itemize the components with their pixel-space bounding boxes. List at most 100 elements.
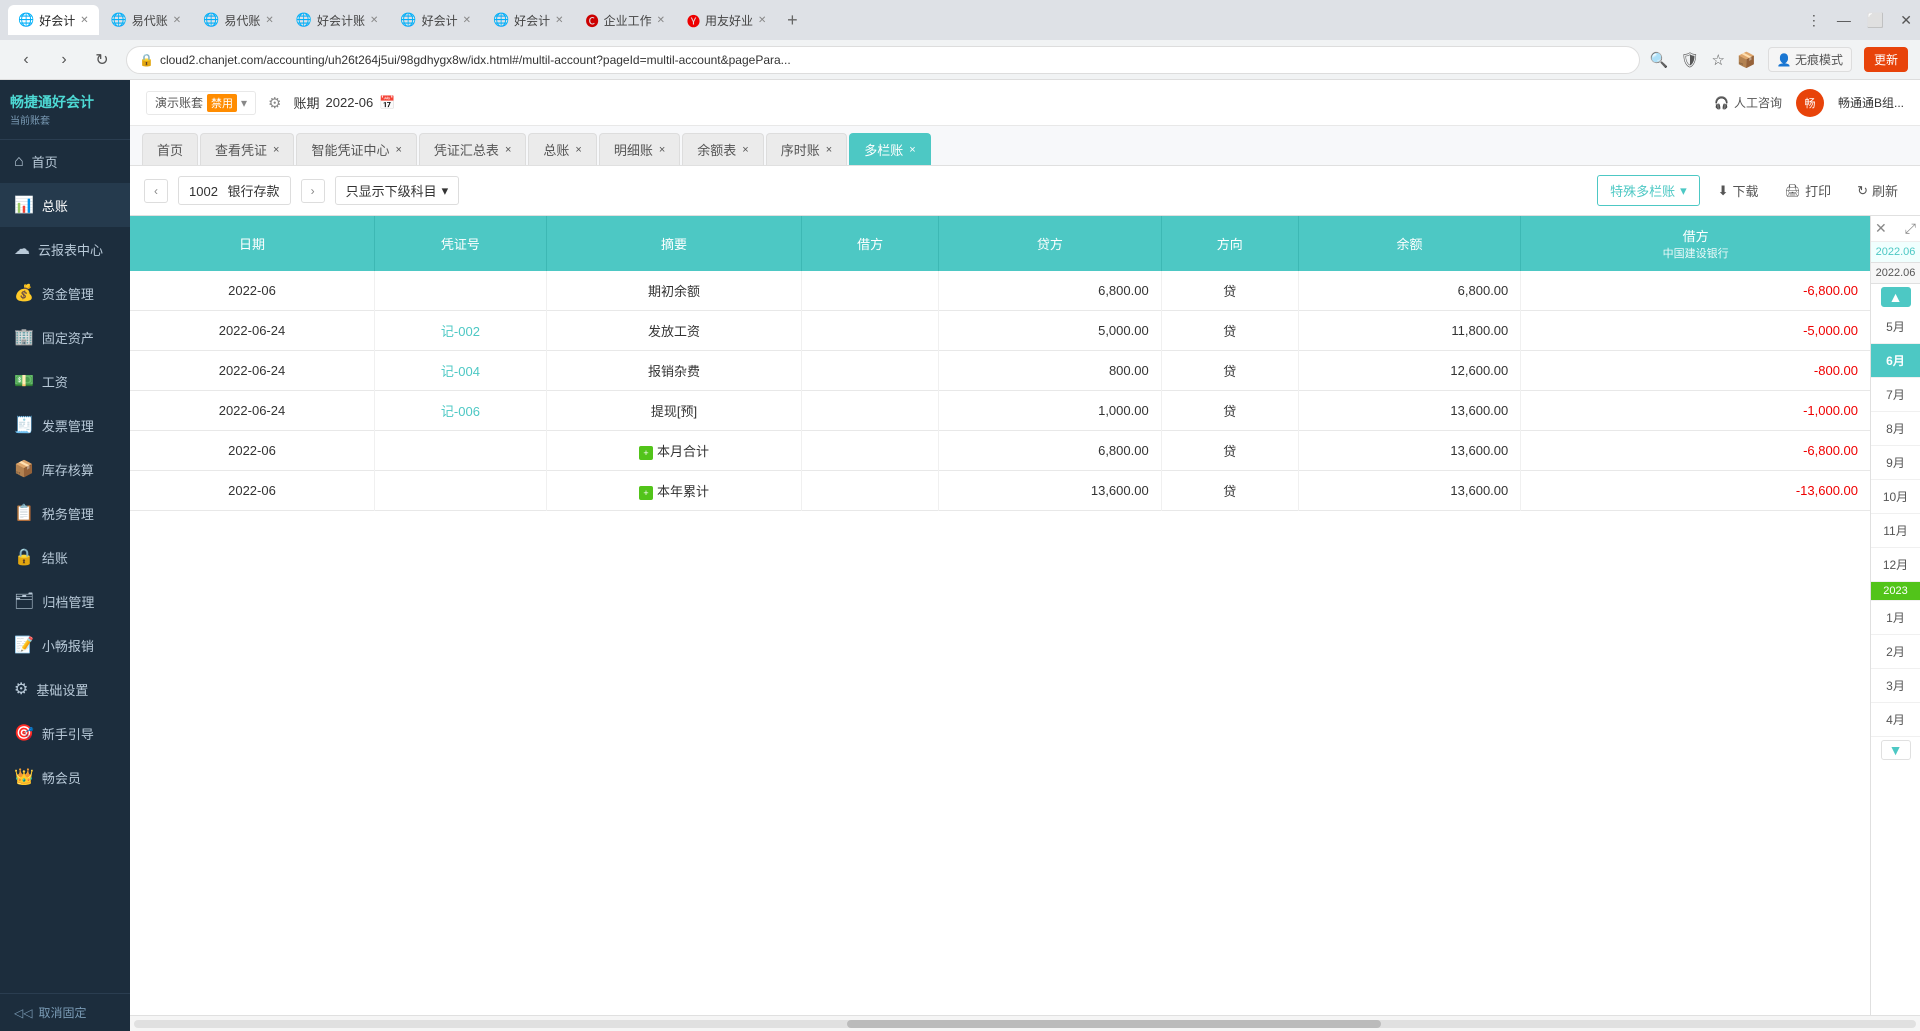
sidebar-item-invoice[interactable]: 🧾 发票管理 [0,403,130,447]
browser-tab-8[interactable]: 🅨 用友好业 ✕ [677,5,776,35]
demo-dropdown-icon[interactable]: ▾ [241,96,247,110]
month-item-1[interactable]: 6月 [1871,344,1920,378]
browser-tab-3[interactable]: 🌐 好会计账 ✕ [286,5,389,35]
account-select[interactable]: 1002 银行存款 [178,176,291,205]
month-item-8[interactable]: 2023 [1871,582,1920,601]
refresh-button[interactable]: ↻ 刷新 [1849,177,1906,204]
tab-dl-close[interactable]: × [659,144,665,156]
tab-list-icon[interactable]: ⋮ [1807,12,1821,29]
tab-sequence-ledger[interactable]: 序时账 × [766,133,847,165]
wuhen-button[interactable]: 👤 无痕模式 [1768,47,1852,72]
sidebar-item-inventory[interactable]: 📦 库存核算 [0,447,130,491]
sidebar-item-vip[interactable]: 👑 畅会员 [0,755,130,799]
download-button[interactable]: ⬇ 下载 [1710,177,1767,204]
close-window-icon[interactable]: ✕ [1900,12,1912,29]
tab-voucher-close[interactable]: × [273,144,279,156]
tab-general-ledger[interactable]: 总账 × [528,133,596,165]
voucher-link[interactable]: 记-004 [441,364,480,379]
minimize-icon[interactable]: — [1837,12,1851,28]
month-item-7[interactable]: 12月 [1871,548,1920,582]
month-item-12[interactable]: 4月 [1871,703,1920,737]
tab-vsum-close[interactable]: × [505,144,511,156]
browser-tab-1[interactable]: 🌐 易代账 ✕ [101,5,192,35]
tab-gl-close[interactable]: × [575,144,581,156]
filter-dropdown[interactable]: 只显示下级科目 ▾ [335,176,460,205]
month-item-6[interactable]: 11月 [1871,514,1920,548]
sidebar-pin-button[interactable]: ◁◁ 取消固定 [0,994,130,1031]
sidebar-item-ledger[interactable]: 📊 总账 [0,183,130,227]
star-icon[interactable]: ☆ [1712,51,1725,69]
tab-close-5[interactable]: ✕ [463,15,471,26]
browser-tab-5[interactable]: 🌐 好会计 ✕ [390,5,481,35]
address-bar[interactable]: 🔒 cloud2.chanjet.com/accounting/uh26t264… [126,46,1640,74]
browser-tab-active[interactable]: 🌐 好会计 ✕ [8,5,99,35]
browser-tab-6[interactable]: 🌐 好会计 ✕ [483,5,574,35]
tab-smart-voucher[interactable]: 智能凭证中心 × [296,133,416,165]
prev-account-button[interactable]: ‹ [144,179,168,203]
sidebar-item-tax[interactable]: 📋 税务管理 [0,491,130,535]
sidebar-item-fixed-assets[interactable]: 🏢 固定资产 [0,315,130,359]
user-avatar[interactable]: 畅 [1796,89,1824,117]
multi-column-button[interactable]: 特殊多栏账 ▾ [1597,175,1700,206]
scrollbar-thumb[interactable] [847,1020,1382,1028]
voucher-link[interactable]: 记-006 [441,404,480,419]
scroll-up-button[interactable]: ▲ [1881,287,1911,307]
expand-panel-button[interactable]: ⤢ [1905,220,1916,237]
browser-tab-7[interactable]: 🅒 企业工作 ✕ [576,5,675,35]
reload-button[interactable]: ↻ [88,46,116,74]
cell-r4-c1[interactable] [374,431,546,471]
tab-close-3[interactable]: ✕ [370,15,378,26]
tab-detail-ledger[interactable]: 明细账 × [599,133,680,165]
tab-home[interactable]: 首页 [142,133,198,165]
month-item-11[interactable]: 3月 [1871,669,1920,703]
month-item-4[interactable]: 9月 [1871,446,1920,480]
tab-voucher-summary[interactable]: 凭证汇总表 × [419,133,526,165]
tab-smart-close[interactable]: × [395,144,401,156]
extension-icon[interactable]: 📦 [1737,51,1756,69]
update-button[interactable]: 更新 [1864,47,1908,72]
sidebar-item-cloud-report[interactable]: ☁ 云报表中心 [0,227,130,271]
consult-button[interactable]: 🎧 人工咨询 [1714,94,1782,111]
cell-r2-c1[interactable]: 记-004 [374,351,546,391]
cell-r1-c1[interactable]: 记-002 [374,311,546,351]
sidebar-item-home[interactable]: ⌂ 首页 [0,140,130,183]
tab-close-7[interactable]: ✕ [657,15,665,26]
sidebar-item-payroll[interactable]: 💵 工资 [0,359,130,403]
tab-bs-close[interactable]: × [742,144,748,156]
tab-close-2[interactable]: ✕ [265,15,273,26]
tab-close-active[interactable]: ✕ [80,15,88,26]
calendar-icon[interactable]: 📅 [379,95,395,111]
tab-view-voucher[interactable]: 查看凭证 × [200,133,294,165]
browser-tab-2[interactable]: 🌐 易代账 ✕ [193,5,284,35]
settings-gear-icon[interactable]: ⚙ [268,94,281,112]
sidebar-item-settings[interactable]: ⚙ 基础设置 [0,667,130,711]
sidebar-item-expense[interactable]: 📝 小畅报销 [0,623,130,667]
maximize-icon[interactable]: ⬜ [1867,12,1884,29]
tab-sl-close[interactable]: × [826,144,832,156]
back-button[interactable]: ‹ [12,46,40,74]
sidebar-item-guide[interactable]: 🎯 新手引导 [0,711,130,755]
tab-mc-close[interactable]: × [909,144,915,156]
month-item-3[interactable]: 8月 [1871,412,1920,446]
scroll-down-button[interactable]: ▼ [1881,740,1911,760]
print-button[interactable]: 🖨 打印 [1777,177,1840,204]
sidebar-item-close-account[interactable]: 🔒 结账 [0,535,130,579]
next-account-button[interactable]: › [301,179,325,203]
month-item-2[interactable]: 7月 [1871,378,1920,412]
tab-balance-sheet[interactable]: 余额表 × [682,133,763,165]
new-tab-button[interactable]: + [778,6,806,34]
sidebar-item-funds[interactable]: 💰 资金管理 [0,271,130,315]
horizontal-scrollbar[interactable] [130,1015,1920,1031]
tab-multi-column[interactable]: 多栏账 × [849,133,930,165]
search-icon[interactable]: 🔍 [1650,51,1669,69]
month-item-9[interactable]: 1月 [1871,601,1920,635]
month-item-5[interactable]: 10月 [1871,480,1920,514]
forward-button[interactable]: › [50,46,78,74]
tab-close-6[interactable]: ✕ [555,15,563,26]
cell-r5-c1[interactable] [374,471,546,511]
month-item-10[interactable]: 2月 [1871,635,1920,669]
tab-close-1[interactable]: ✕ [173,15,181,26]
voucher-link[interactable]: 记-002 [441,324,480,339]
cell-r3-c1[interactable]: 记-006 [374,391,546,431]
tab-close-8[interactable]: ✕ [758,15,766,26]
